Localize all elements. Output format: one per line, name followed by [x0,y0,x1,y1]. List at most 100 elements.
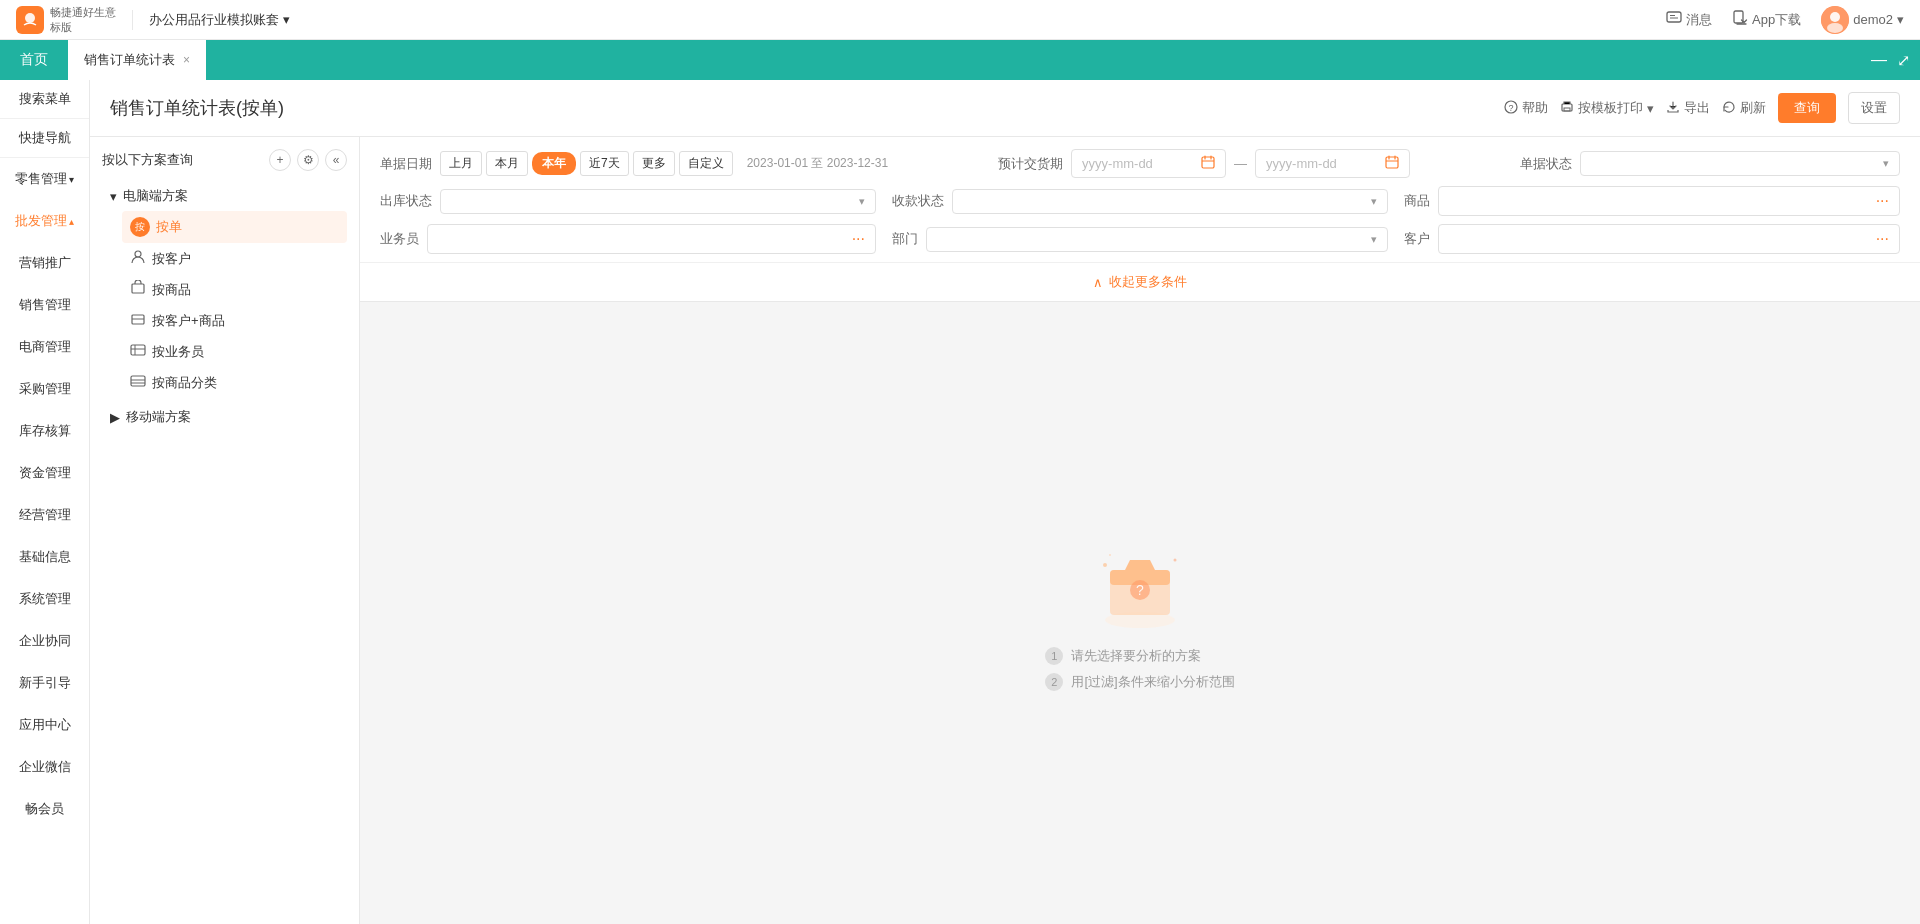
receipt-status-label: 收款状态 [892,192,944,210]
add-scheme-button[interactable]: + [269,149,291,171]
tab-home[interactable]: 首页 [0,40,68,80]
more-btn[interactable]: 更多 [633,151,675,176]
collapse-up-icon: ∧ [1093,275,1103,290]
tree-item-by-customer[interactable]: 按客户 [122,243,347,274]
sidebar-item-guide[interactable]: 新手引导 [0,662,89,704]
tree-group-mobile-header[interactable]: ▶ 移动端方案 [102,402,347,432]
svg-point-4 [1830,12,1840,22]
filter-receipt-status: 收款状态 ▾ [892,189,1388,214]
expected-date-from[interactable]: yyyy-mm-dd [1071,149,1226,178]
doc-status-label: 单据状态 [1520,155,1572,173]
export-button[interactable]: 导出 [1666,99,1710,117]
empty-illustration: ? [1080,535,1200,635]
tree-item-by-goods[interactable]: 按商品 [122,274,347,305]
sidebar-item-ecommerce[interactable]: 电商管理 [0,326,89,368]
last7-btn[interactable]: 近7天 [580,151,629,176]
this-month-btn[interactable]: 本月 [486,151,528,176]
logo-icon [16,6,44,34]
filter-dept: 部门 ▾ [892,227,1388,252]
sidebar-item-sales[interactable]: 销售管理 [0,284,89,326]
sidebar-item-member[interactable]: 畅会员 [0,788,89,830]
tree-item-by-category[interactable]: 按商品分类 [122,367,347,398]
top-bar-right: 消息 App下载 demo2 ▾ [1666,6,1904,34]
sidebar-item-wholesale[interactable]: 批发管理 ▴ [0,200,89,242]
chevron-down-icon: ▾ [859,195,865,208]
messages-button[interactable]: 消息 [1666,10,1712,29]
goods-select[interactable]: ··· [1438,186,1900,216]
customer-label: 客户 [1404,230,1430,248]
export-icon [1666,100,1680,117]
user-profile[interactable]: demo2 ▾ [1821,6,1904,34]
body-layout: 按以下方案查询 + ⚙ « ▾ 电脑端方案 [90,137,1920,924]
avatar [1821,6,1849,34]
chevron-down-icon: ▾ [1371,233,1377,246]
ship-status-label: 出库状态 [380,192,432,210]
tab-bar-actions: — ⤢ [1871,51,1920,70]
tree-item-by-staff[interactable]: 按业务员 [122,336,347,367]
sidebar-item-finance[interactable]: 资金管理 [0,452,89,494]
tab-active[interactable]: 销售订单统计表 × [68,40,206,80]
left-panel: 按以下方案查询 + ⚙ « ▾ 电脑端方案 [90,137,360,924]
customer-more-icon[interactable]: ··· [1876,230,1889,248]
category-icon [130,373,146,392]
customer-select[interactable]: ··· [1438,224,1900,254]
app-download-button[interactable]: App下载 [1732,10,1801,29]
sidebar-search[interactable]: 搜索菜单 [0,80,89,119]
receipt-status-select[interactable]: ▾ [952,189,1388,214]
company-selector[interactable]: 办公用品行业模拟账套 ▾ [149,11,290,29]
tab-bar: 首页 销售订单统计表 × — ⤢ [0,40,1920,80]
filter-goods: 商品 ··· [1404,186,1900,216]
tab-minimize-button[interactable]: — [1871,51,1887,69]
sidebar-item-retail[interactable]: 零售管理 ▾ [0,158,89,200]
custom-btn[interactable]: 自定义 [679,151,733,176]
tab-close-icon[interactable]: × [183,53,190,67]
collapse-bar[interactable]: ∧ 收起更多条件 [360,262,1920,301]
help-button[interactable]: ? 帮助 [1504,99,1548,117]
sidebar-item-system[interactable]: 系统管理 [0,578,89,620]
tree-item-by-customer-goods[interactable]: 按客户+商品 [122,305,347,336]
print-button[interactable]: 按模板打印 ▾ [1560,99,1654,117]
expected-date-to[interactable]: yyyy-mm-dd [1255,149,1410,178]
single-date-label: 单据日期 [380,155,432,173]
ship-status-select[interactable]: ▾ [440,189,876,214]
filter-row-1: 单据日期 上月 本月 本年 近7天 更多 自定义 2023-01-01 至 20… [360,137,1920,186]
this-year-btn[interactable]: 本年 [532,152,576,175]
filter-row-2: 出库状态 ▾ 收款状态 ▾ [360,186,1920,224]
top-bar-left: 畅捷通好生意 标版 办公用品行业模拟账套 ▾ [16,5,290,34]
svg-rect-15 [1202,157,1214,168]
tab-maximize-button[interactable]: ⤢ [1897,51,1910,70]
dept-select[interactable]: ▾ [926,227,1388,252]
collapse-panel-button[interactable]: « [325,149,347,171]
settings-button[interactable]: 设置 [1848,92,1900,124]
page-actions: ? 帮助 按模板打印 ▾ 导出 [1504,92,1900,124]
svg-rect-9 [1564,108,1570,111]
doc-status-select[interactable]: ▾ [1580,151,1900,176]
sidebar-item-basic-info[interactable]: 基础信息 [0,536,89,578]
last-month-btn[interactable]: 上月 [440,151,482,176]
active-indicator: 按 [130,217,150,237]
salesman-more-icon[interactable]: ··· [852,230,865,248]
sidebar-item-inventory[interactable]: 库存核算 [0,410,89,452]
refresh-button[interactable]: 刷新 [1722,99,1766,117]
left-panel-title: 按以下方案查询 [102,151,193,169]
refresh-icon [1722,100,1736,117]
query-button[interactable]: 查询 [1778,93,1836,123]
sidebar-item-wechat[interactable]: 企业微信 [0,746,89,788]
goods-more-icon[interactable]: ··· [1876,192,1889,210]
sidebar-item-app-center[interactable]: 应用中心 [0,704,89,746]
settings-scheme-button[interactable]: ⚙ [297,149,319,171]
filter-expected-date: 预计交货期 yyyy-mm-dd — yyyy-mm-dd [998,149,1410,178]
sidebar-item-purchase[interactable]: 采购管理 [0,368,89,410]
chevron-down-icon: ▾ [1371,195,1377,208]
svg-rect-11 [132,284,144,293]
chevron-up-icon: ▴ [69,216,74,227]
filter-salesman: 业务员 ··· [380,224,876,254]
sidebar-item-enterprise[interactable]: 企业协同 [0,620,89,662]
sidebar-item-operations[interactable]: 经营管理 [0,494,89,536]
sidebar-item-marketing[interactable]: 营销推广 [0,242,89,284]
salesman-label: 业务员 [380,230,419,248]
tree-group-desktop-header[interactable]: ▾ 电脑端方案 [102,181,347,211]
tree-item-by-order[interactable]: 按 按单 [122,211,347,243]
salesman-select[interactable]: ··· [427,224,876,254]
sidebar-quick-nav[interactable]: 快捷导航 [0,119,89,158]
